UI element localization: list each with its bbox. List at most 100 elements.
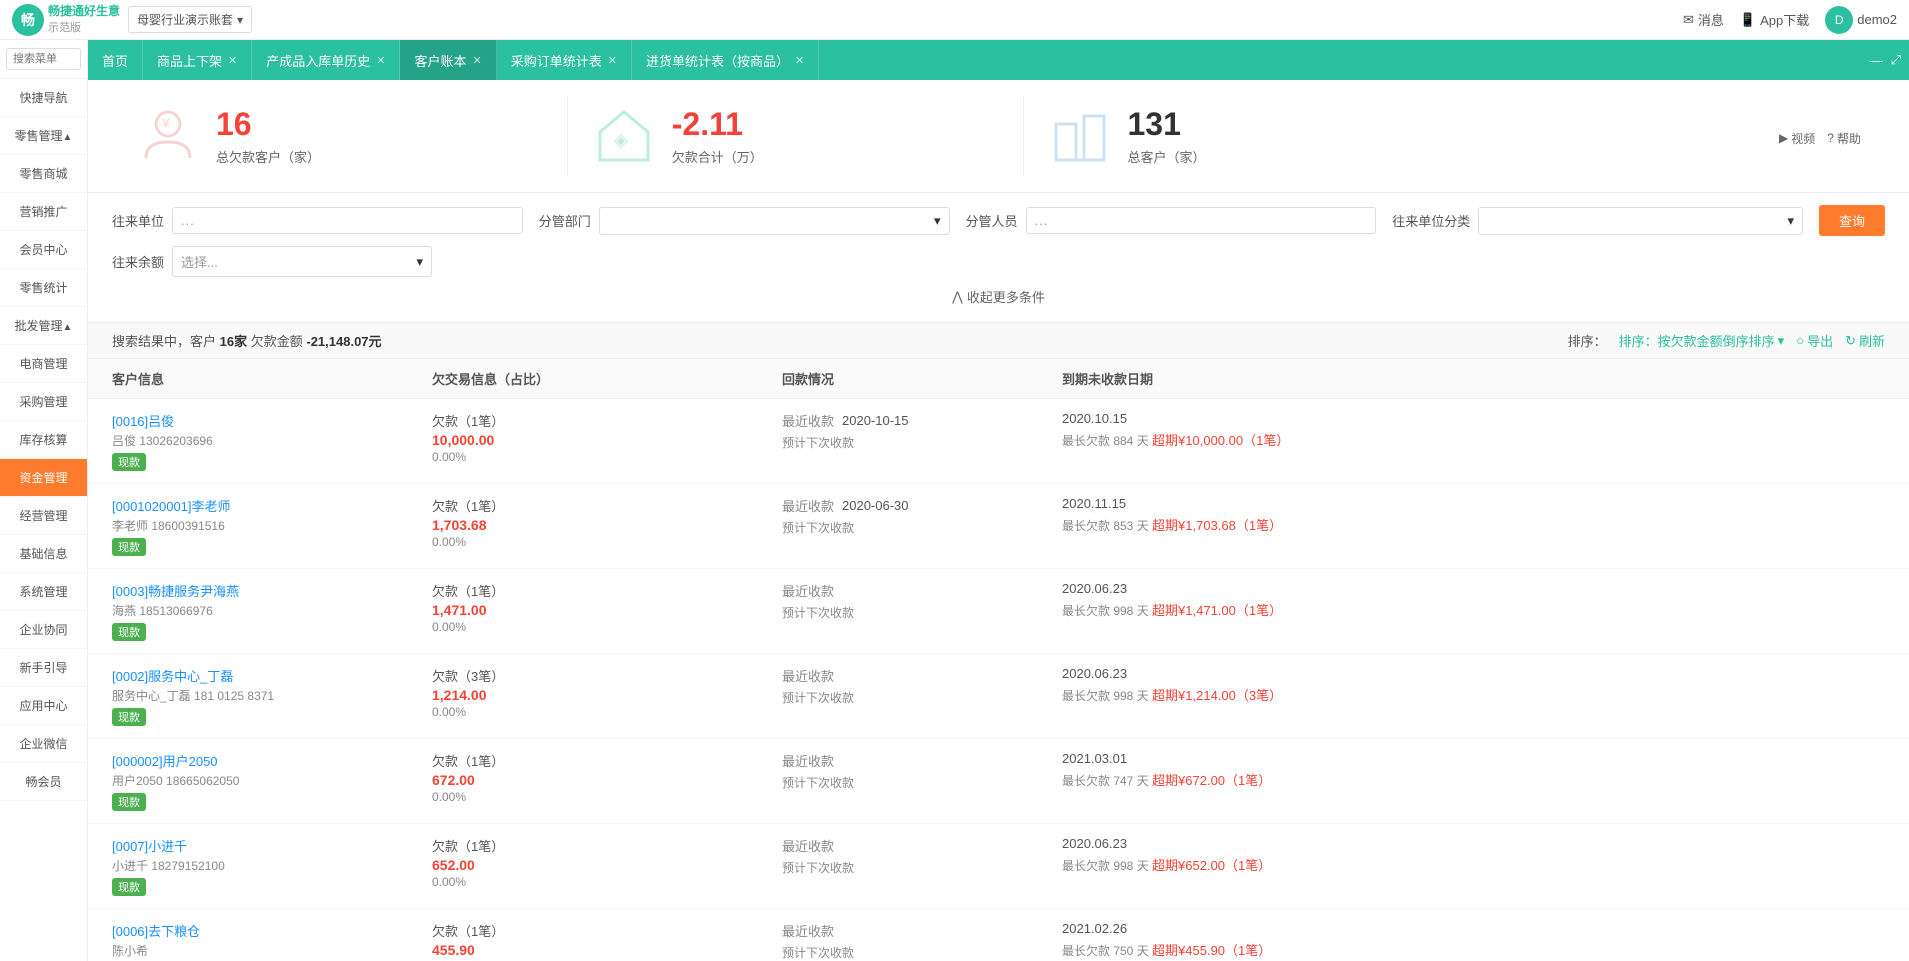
maximize-icon[interactable]: ⤢ bbox=[1891, 52, 1901, 68]
overdue-link[interactable]: 超期¥455.90（1笔） bbox=[1152, 943, 1271, 958]
sidebar-item-ecommerce[interactable]: 电商管理 bbox=[0, 345, 87, 383]
debt-label: 欠款（1笔） bbox=[432, 496, 782, 515]
app-download-button[interactable]: 📱 App下载 bbox=[1740, 10, 1809, 29]
sidebar-item-retail_mgmt[interactable]: 零售管理▲ bbox=[0, 117, 87, 155]
customer-name-link[interactable]: [0001020001]李老师 bbox=[112, 499, 231, 514]
sidebar-item-system[interactable]: 系统管理 bbox=[0, 573, 87, 611]
sidebar-item-member_center[interactable]: 会员中心 bbox=[0, 231, 87, 269]
debt-amount-value: -2.11 bbox=[672, 106, 763, 143]
message-button[interactable]: ✉ 消息 bbox=[1683, 10, 1724, 29]
overdue-link[interactable]: 超期¥1,703.68（1笔） bbox=[1152, 518, 1282, 533]
brand-icon: 畅 bbox=[12, 4, 44, 36]
due-date-value: 2020.06.23 bbox=[1062, 581, 1885, 596]
app-download-label: App下载 bbox=[1760, 10, 1809, 29]
customer-tag: 现款 bbox=[112, 708, 146, 726]
overdue-link[interactable]: 超期¥1,471.00（1笔） bbox=[1152, 603, 1282, 618]
sidebar-item-corp_wechat[interactable]: 企业微信 bbox=[0, 725, 87, 763]
filter-row-2: 往来余额 选择... ▾ bbox=[112, 246, 432, 277]
stat-debt-customers: ¥ 16 总欠款客户（家） bbox=[112, 96, 568, 176]
industry-selector[interactable]: 母婴行业演示账套 ▾ bbox=[128, 6, 252, 33]
export-button[interactable]: ○ 导出 bbox=[1796, 331, 1833, 350]
sort-selector[interactable]: 排序：按欠款金额倒序排序 ▾ bbox=[1619, 331, 1785, 350]
manager-input[interactable]: ... bbox=[1026, 207, 1377, 234]
username-label: demo2 bbox=[1857, 12, 1897, 27]
sidebar-item-new_guide[interactable]: 新手引导 bbox=[0, 649, 87, 687]
results-prefix: 搜索结果中，客户 bbox=[112, 334, 216, 349]
overdue-link[interactable]: 超期¥652.00（1笔） bbox=[1152, 858, 1271, 873]
minimize-icon[interactable]: — bbox=[1870, 53, 1883, 68]
sidebar-item-retail_mall[interactable]: 零售商城 bbox=[0, 155, 87, 193]
tab-production[interactable]: 产成品入库单历史✕ bbox=[252, 40, 400, 80]
source-unit-input[interactable]: ... bbox=[172, 207, 523, 234]
customer-name-link[interactable]: [0002]服务中心_丁磊 bbox=[112, 669, 233, 684]
sidebar-item-batch_mgmt[interactable]: 批发管理▲ bbox=[0, 307, 87, 345]
debt-label: 欠款（3笔） bbox=[432, 666, 782, 685]
user-profile[interactable]: D demo2 bbox=[1825, 6, 1897, 34]
unit-category-select[interactable]: ▾ bbox=[1478, 207, 1803, 235]
customer-sub: 服务中心_丁磊 181 0125 8371 bbox=[112, 687, 432, 704]
customer-name-link[interactable]: [0003]畅捷服务尹海燕 bbox=[112, 584, 239, 599]
next-payment: 预计下次收款 bbox=[782, 434, 1062, 451]
collapse-button[interactable]: ⋀ 收起更多条件 bbox=[112, 287, 1885, 306]
sidebar-item-enterprise[interactable]: 企业协同 bbox=[0, 611, 87, 649]
filter-source-unit: 往来单位 ... bbox=[112, 207, 523, 234]
tab-close-icon[interactable]: ✕ bbox=[473, 54, 482, 67]
customer-name-link[interactable]: [000002]用户2050 bbox=[112, 754, 218, 769]
tab-customer_account[interactable]: 客户账本✕ bbox=[400, 40, 496, 80]
filter-area: 往来单位 ... 分管部门 ▾ bbox=[88, 193, 1909, 323]
tab-purchase_order[interactable]: 采购订单统计表✕ bbox=[497, 40, 632, 80]
chevron-down-icon: ▾ bbox=[1787, 213, 1794, 229]
content-area: 首页商品上下架✕产成品入库单历史✕客户账本✕采购订单统计表✕进货单统计表（按商品… bbox=[88, 40, 1909, 961]
tab-stock_stats[interactable]: 进货单统计表（按商品） ✕ bbox=[632, 40, 819, 80]
sidebar-item-basic_info[interactable]: 基础信息 bbox=[0, 535, 87, 573]
sidebar-item-quick_nav[interactable]: 快捷导航 bbox=[0, 79, 87, 117]
refresh-button[interactable]: ↻ 刷新 bbox=[1845, 331, 1885, 350]
sidebar-item-inventory[interactable]: 库存核算 bbox=[0, 421, 87, 459]
overdue-info: 最长欠款 998 天 超期¥1,214.00（3笔） bbox=[1062, 685, 1885, 704]
video-button[interactable]: ▶ 视频 bbox=[1779, 130, 1815, 147]
tab-label: 进货单统计表（按商品） bbox=[646, 51, 789, 70]
customer-name-link[interactable]: [0006]去下粮仓 bbox=[112, 924, 200, 939]
recovery-date: 2020-06-30 bbox=[842, 498, 909, 513]
search-button[interactable]: 查询 bbox=[1819, 205, 1885, 236]
recovery-label: 最近收款 bbox=[782, 411, 834, 430]
sidebar-item-app_center[interactable]: 应用中心 bbox=[0, 687, 87, 725]
customer-sub: 吕俊 13026203696 bbox=[112, 432, 432, 449]
sidebar-item-purchase[interactable]: 采购管理 bbox=[0, 383, 87, 421]
sidebar-item-retail_stats[interactable]: 零售统计 bbox=[0, 269, 87, 307]
source-unit-dots: ... bbox=[181, 213, 195, 228]
tab-close-icon[interactable]: ✕ bbox=[228, 54, 237, 67]
collapse-label: 收起更多条件 bbox=[967, 287, 1045, 306]
tab-products[interactable]: 商品上下架✕ bbox=[143, 40, 252, 80]
customer-name-link[interactable]: [0016]吕俊 bbox=[112, 414, 174, 429]
tab-label: 首页 bbox=[102, 51, 128, 70]
sidebar-item-marketing[interactable]: 营销推广 bbox=[0, 193, 87, 231]
tab-close-icon[interactable]: ✕ bbox=[608, 54, 617, 67]
stat-actions: ▶ 视频 ? 帮助 bbox=[1779, 126, 1861, 147]
balance-select[interactable]: 选择... ▾ bbox=[172, 246, 432, 277]
tab-close-icon[interactable]: ✕ bbox=[376, 54, 385, 67]
overdue-link[interactable]: 超期¥10,000.00（1笔） bbox=[1152, 433, 1289, 448]
customer-name-link[interactable]: [0007]小进千 bbox=[112, 839, 187, 854]
recovery-cell: 最近收款 2020-06-30 预计下次收款 bbox=[782, 496, 1062, 536]
help-button[interactable]: ? 帮助 bbox=[1827, 130, 1861, 147]
customer-sub: 用户2050 18665062050 bbox=[112, 772, 432, 789]
overdue-link[interactable]: 超期¥1,214.00（3笔） bbox=[1152, 688, 1282, 703]
debt-amount: 455.90 bbox=[432, 942, 782, 958]
dept-select[interactable]: ▾ bbox=[599, 207, 950, 235]
svg-text:¥: ¥ bbox=[161, 115, 170, 131]
overdue-link[interactable]: 超期¥672.00（1笔） bbox=[1152, 773, 1271, 788]
table-row: [0007]小进千 小进千 18279152100 现款 欠款（1笔） 652.… bbox=[88, 824, 1909, 909]
overdue-info: 最长欠款 998 天 超期¥1,471.00（1笔） bbox=[1062, 600, 1885, 619]
sidebar-item-capital[interactable]: 资金管理 bbox=[0, 459, 87, 497]
overdue-info: 最长欠款 884 天 超期¥10,000.00（1笔） bbox=[1062, 430, 1885, 449]
sidebar-item-operations[interactable]: 经营管理 bbox=[0, 497, 87, 535]
due-date-cell: 2021.03.01 最长欠款 747 天 超期¥672.00（1笔） bbox=[1062, 751, 1885, 789]
sidebar-item-member_vip[interactable]: 畅会员 bbox=[0, 763, 87, 801]
message-label: 消息 bbox=[1698, 10, 1724, 29]
sidebar-search-input[interactable] bbox=[6, 48, 81, 70]
recovery-row: 最近收款 bbox=[782, 581, 1062, 600]
filter-unit-category: 往来单位分类 ▾ bbox=[1392, 207, 1803, 235]
tab-home[interactable]: 首页 bbox=[88, 40, 143, 80]
tab-close-icon[interactable]: ✕ bbox=[795, 54, 804, 67]
